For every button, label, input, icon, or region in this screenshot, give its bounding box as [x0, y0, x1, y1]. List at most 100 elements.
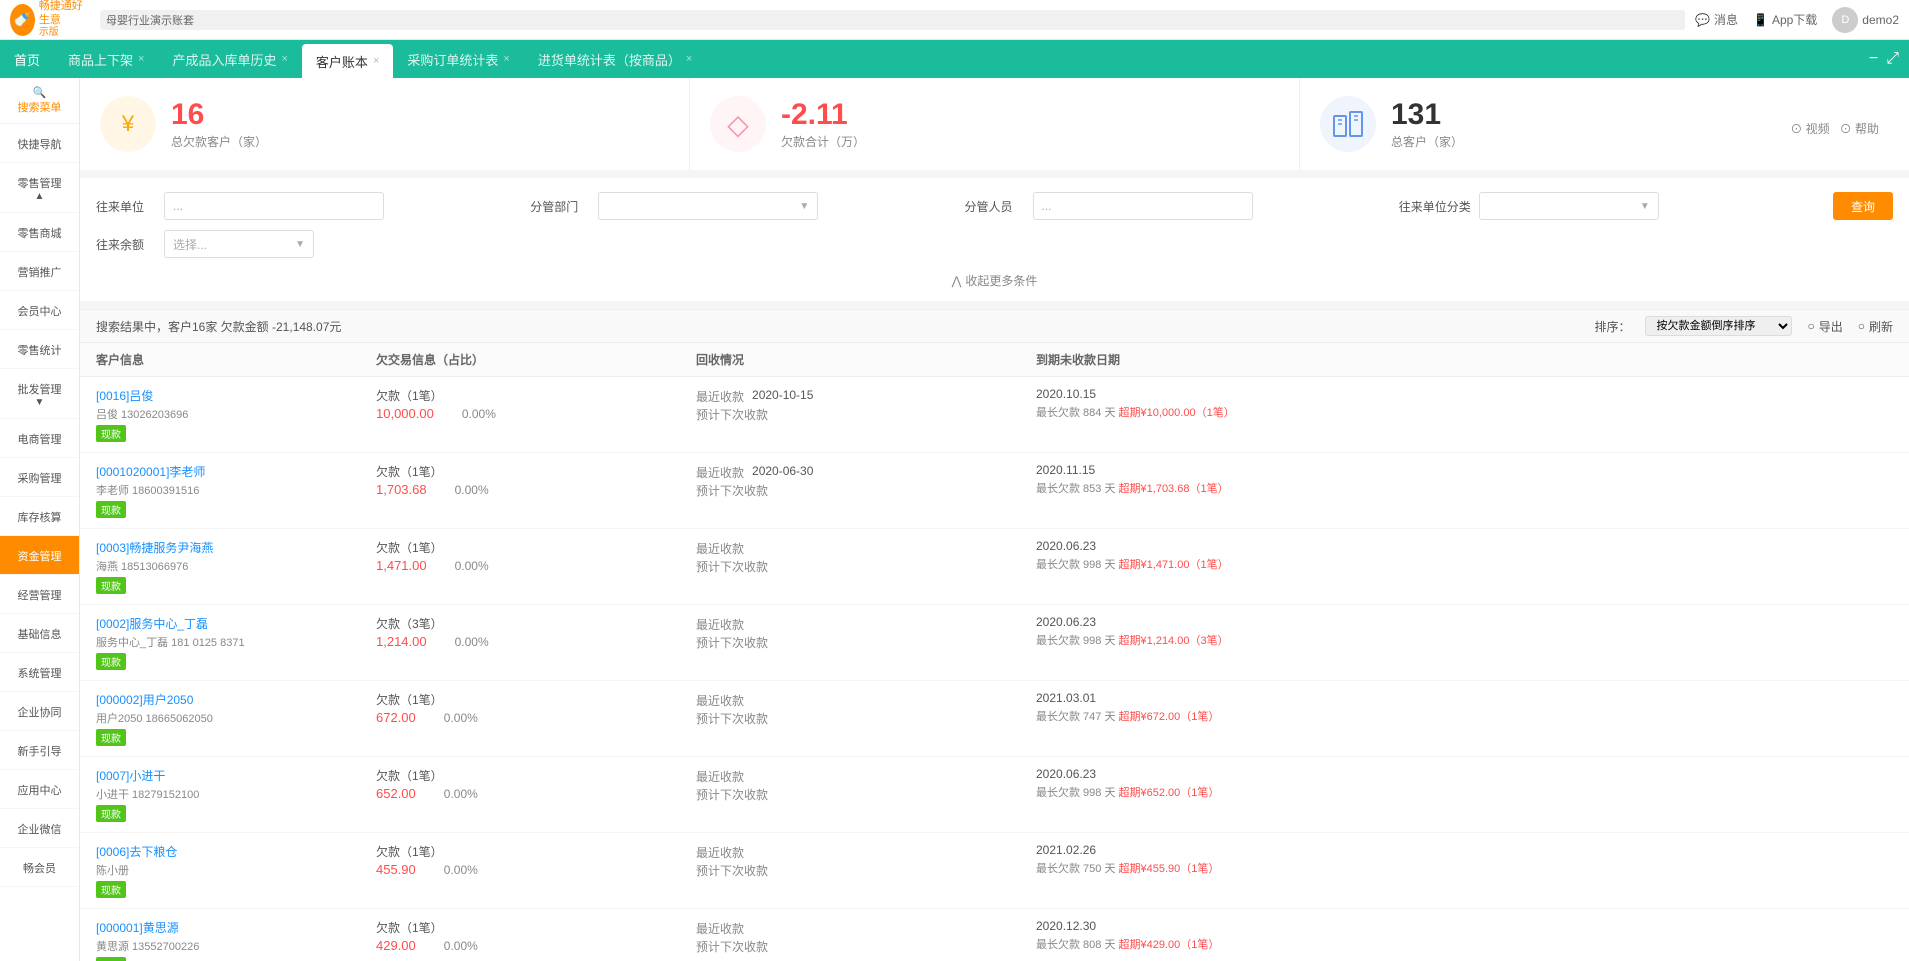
tab-close-icon[interactable]: ×	[503, 53, 509, 65]
sidebar-item-retail-mgmt[interactable]: 零售管理 ▲	[0, 163, 79, 213]
filter-row-1: 往来单位 ... 分管部门 ▼ 分管人员 ...	[96, 192, 1893, 220]
tab-close-icon[interactable]: ×	[686, 53, 692, 65]
tab-close-icon[interactable]: ×	[138, 53, 144, 65]
customer-contact-3: 海燕 18513066976	[96, 558, 376, 574]
message-btn[interactable]: 💬 消息	[1695, 11, 1738, 28]
filter-dept-select[interactable]: ▼	[598, 192, 818, 220]
customer-name-3[interactable]: [0003]畅捷服务尹海燕	[96, 539, 376, 556]
debt-amount-3[interactable]: 1,471.00	[376, 558, 427, 573]
overdue-info-8: 2020.12.30 最长欠款 808 天 超期¥429.00（1笔）	[1036, 919, 1893, 952]
filter-person-input[interactable]: ...	[1033, 192, 1253, 220]
debt-amount-5[interactable]: 672.00	[376, 710, 416, 725]
customer-name-4[interactable]: [0002]服务中心_丁磊	[96, 615, 376, 632]
debt-amount-1[interactable]: 10,000.00	[376, 406, 434, 421]
debt-amount-2[interactable]: 1,703.68	[376, 482, 427, 497]
customer-info-4: [0002]服务中心_丁磊 服务中心_丁磊 181 0125 8371 现款	[96, 615, 376, 670]
table-row: [0003]畅捷服务尹海燕 海燕 18513066976 现款 欠款（1笔） 1…	[80, 529, 1909, 605]
overdue-link-2[interactable]: 超期¥1,703.68（1笔）	[1119, 483, 1229, 495]
sidebar-item-retail-mall[interactable]: 零售商城	[0, 213, 79, 252]
filter-vendor-input[interactable]: ...	[164, 192, 384, 220]
debt-amount-7[interactable]: 455.90	[376, 862, 416, 877]
tab-home[interactable]: 首页	[0, 40, 54, 78]
overdue-link-3[interactable]: 超期¥1,471.00（1笔）	[1119, 559, 1229, 571]
overdue-link-1[interactable]: 超期¥10,000.00（1笔）	[1119, 407, 1235, 419]
customer-tag-7: 现款	[96, 881, 126, 898]
sidebar-item-member[interactable]: 会员中心	[0, 291, 79, 330]
sidebar-item-app-center[interactable]: 应用中心	[0, 770, 79, 809]
sidebar-item-ecommerce[interactable]: 电商管理	[0, 419, 79, 458]
debt-amount-6[interactable]: 652.00	[376, 786, 416, 801]
sidebar-item-wechat[interactable]: 企业微信	[0, 809, 79, 848]
debt-info-4: 欠款（3笔） 1,214.00 0.00%	[376, 615, 696, 649]
debt-amount-8[interactable]: 429.00	[376, 938, 416, 953]
results-actions: 排序： 按欠款金额倒序排序 ○ 导出 ○ 刷新	[1594, 316, 1893, 336]
sidebar-item-basic-info[interactable]: 基础信息	[0, 614, 79, 653]
logo-text: 畅捷通好生意 示版	[39, 0, 90, 38]
sidebar-item-purchase[interactable]: 采购管理	[0, 458, 79, 497]
overdue-link-4[interactable]: 超期¥1,214.00（3笔）	[1119, 635, 1229, 647]
refresh-btn[interactable]: ○ 刷新	[1858, 318, 1893, 335]
sidebar-item-system[interactable]: 系统管理	[0, 653, 79, 692]
sidebar-item-marketing[interactable]: 营销推广	[0, 252, 79, 291]
video-btn[interactable]: ⊙ 视频	[1790, 120, 1829, 137]
sidebar-item-finance[interactable]: 资金管理	[0, 536, 79, 575]
col-header-recovery: 回收情况	[696, 351, 1036, 368]
sort-select[interactable]: 按欠款金额倒序排序	[1645, 316, 1792, 336]
logo: 🍼 畅捷通好生意 示版	[10, 0, 90, 38]
sidebar-item-quick-nav[interactable]: 快捷导航	[0, 124, 79, 163]
collapse-button[interactable]: ⋀ 收起更多条件	[96, 268, 1893, 293]
table-header: 客户信息 欠交易信息（占比） 回收情况 到期未收款日期	[80, 343, 1909, 377]
debt-amount-4[interactable]: 1,214.00	[376, 634, 427, 649]
tab-stock[interactable]: 进货单统计表（按商品） ×	[524, 40, 706, 78]
tab-customer-account[interactable]: 客户账本 ×	[302, 44, 393, 78]
debt-info-5: 欠款（1笔） 672.00 0.00%	[376, 691, 696, 725]
col-header-debt: 欠交易信息（占比）	[376, 351, 696, 368]
debt-info-6: 欠款（1笔） 652.00 0.00%	[376, 767, 696, 801]
customer-info-1: [0016]吕俊 吕俊 13026203696 现款	[96, 387, 376, 442]
customer-tag-5: 现款	[96, 729, 126, 746]
tab-close-icon[interactable]: ×	[373, 55, 379, 67]
overdue-link-7[interactable]: 超期¥455.90（1笔）	[1119, 863, 1220, 875]
sidebar-item-guide[interactable]: 新手引导	[0, 731, 79, 770]
overdue-link-6[interactable]: 超期¥652.00（1笔）	[1119, 787, 1220, 799]
overdue-link-8[interactable]: 超期¥429.00（1笔）	[1119, 939, 1220, 951]
tab-maximize-icon[interactable]: ⤢	[1886, 51, 1899, 67]
tab-close-icon[interactable]: ×	[281, 53, 287, 65]
customer-name-7[interactable]: [0006]去下粮仓	[96, 843, 376, 860]
customer-name-8[interactable]: [000001]黄思源	[96, 919, 376, 936]
sidebar-search[interactable]: 🔍 搜索菜单	[0, 78, 79, 124]
demo-badge: 母婴行业演示账套	[100, 10, 1685, 30]
sidebar-item-wholesale[interactable]: 批发管理 ▼	[0, 369, 79, 419]
tab-production[interactable]: 产成品入库单历史 ×	[158, 40, 301, 78]
tab-minimize-icon[interactable]: −	[1869, 51, 1878, 67]
export-btn[interactable]: ○ 导出	[1807, 318, 1842, 335]
sidebar-item-retail-stat[interactable]: 零售统计	[0, 330, 79, 369]
customer-name-5[interactable]: [000002]用户2050	[96, 691, 376, 708]
export-icon: ○	[1807, 319, 1814, 333]
sidebar-item-operations[interactable]: 经营管理	[0, 575, 79, 614]
stat-label-3: 总客户（家）	[1391, 133, 1592, 150]
customer-name-2[interactable]: [0001020001]李老师	[96, 463, 376, 480]
filter-category-select[interactable]: ▼	[1479, 192, 1659, 220]
customer-tag-6: 现款	[96, 805, 126, 822]
sidebar-item-vip[interactable]: 畅会员	[0, 848, 79, 887]
stat-card-total-customers: 131 总客户（家） ⊙ 视频 ⊙ 帮助	[1300, 78, 1909, 170]
stat-number-2: -2.11	[781, 98, 1279, 131]
customer-info-7: [0006]去下粮仓 陈小册 现款	[96, 843, 376, 898]
customer-name-6[interactable]: [0007]小进干	[96, 767, 376, 784]
recovery-info-3: 最近收款 预计下次收款	[696, 539, 1036, 575]
table-row: [000002]用户2050 用户2050 18665062050 现款 欠款（…	[80, 681, 1909, 757]
search-button[interactable]: 查询	[1833, 192, 1893, 220]
sidebar-item-inventory[interactable]: 库存核算	[0, 497, 79, 536]
tab-purchase[interactable]: 采购订单统计表 ×	[393, 40, 523, 78]
sidebar-item-enterprise[interactable]: 企业协同	[0, 692, 79, 731]
tab-goods[interactable]: 商品上下架 ×	[54, 40, 158, 78]
table-row: [0002]服务中心_丁磊 服务中心_丁磊 181 0125 8371 现款 欠…	[80, 605, 1909, 681]
app-download-btn[interactable]: 📱 App下载	[1753, 11, 1817, 28]
customer-name-1[interactable]: [0016]吕俊	[96, 387, 376, 404]
help-btn[interactable]: ⊙ 帮助	[1840, 120, 1879, 137]
customer-contact-5: 用户2050 18665062050	[96, 710, 376, 726]
filter-balance-select[interactable]: 选择... ▼	[164, 230, 314, 258]
user-menu[interactable]: D demo2	[1832, 7, 1899, 33]
overdue-link-5[interactable]: 超期¥672.00（1笔）	[1119, 711, 1220, 723]
